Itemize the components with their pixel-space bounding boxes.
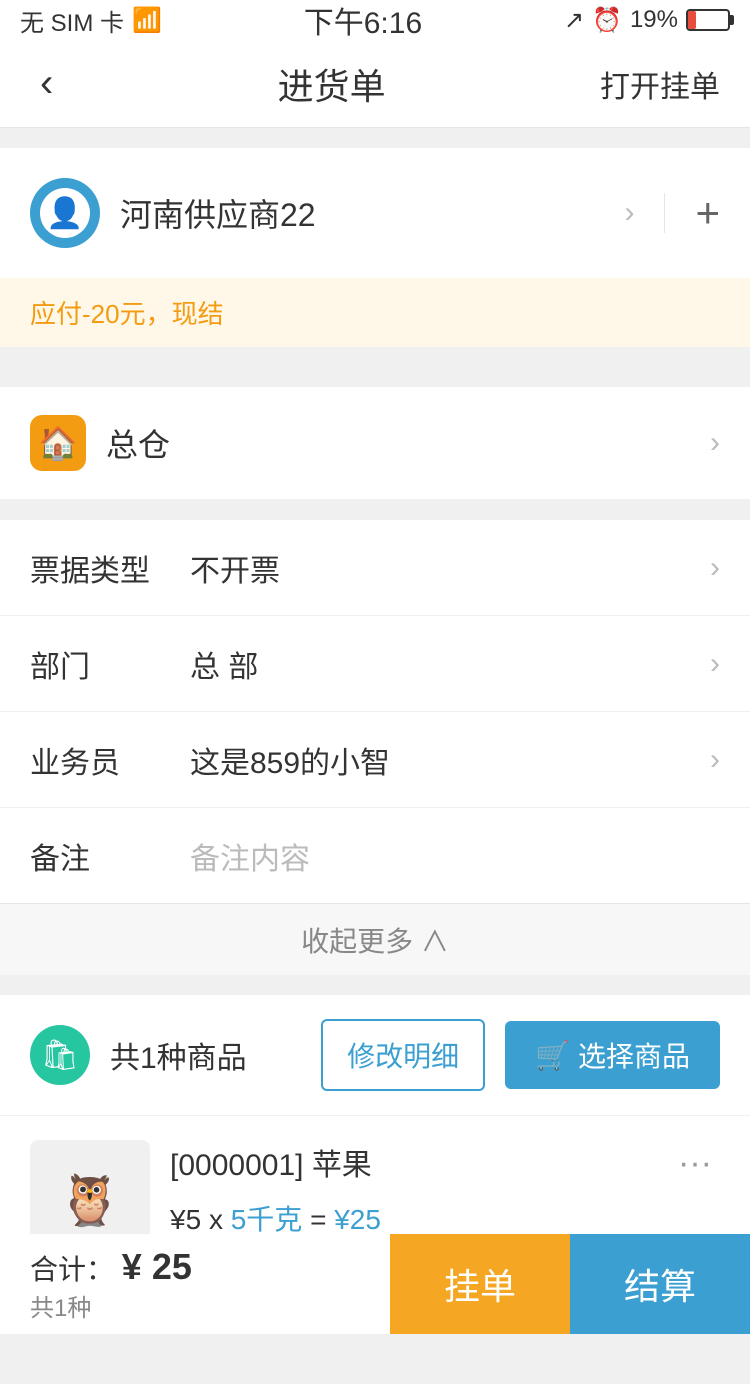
product-info: [0000001] 苹果 ¥5 x 5千克 = ¥25 xyxy=(170,1140,650,1238)
department-value: 总 部 xyxy=(170,642,710,686)
department-row[interactable]: 部门 总 部 › xyxy=(0,615,750,711)
total-amount: ¥ 25 xyxy=(122,1246,192,1287)
time-label: 下午6:16 xyxy=(304,0,422,42)
status-bar: 无 SIM 卡 📶 下午6:16 ↗ ⏰ 19% xyxy=(0,0,750,40)
supplier-actions: › + xyxy=(624,189,720,237)
invoice-type-value: 不开票 xyxy=(170,546,710,590)
status-right: ↗ ⏰ 19% xyxy=(564,6,730,35)
alarm-icon: ⏰ xyxy=(592,6,622,35)
total-row: 合计： ¥ 25 xyxy=(30,1246,360,1288)
divider-2 xyxy=(0,347,750,367)
salesperson-value: 这是859的小智 xyxy=(170,738,710,782)
add-supplier-icon[interactable]: + xyxy=(695,189,720,237)
total-count: 共1种 xyxy=(30,1288,360,1323)
product-code: [0000001] xyxy=(170,1149,303,1182)
product-unit-price: ¥5 xyxy=(170,1204,201,1235)
checkout-button[interactable]: 结算 xyxy=(570,1234,750,1334)
invoice-type-row[interactable]: 票据类型 不开票 › xyxy=(0,519,750,615)
remark-input[interactable]: 备注内容 xyxy=(170,834,720,878)
invoice-type-chevron: › xyxy=(710,551,720,585)
wifi-icon: 📶 xyxy=(132,6,162,35)
divider-3 xyxy=(0,499,750,519)
total-label: 合计： xyxy=(30,1254,114,1285)
department-chevron: › xyxy=(710,647,720,681)
supplier-avatar: 👤 xyxy=(30,178,100,248)
cart-icon: 🛍 xyxy=(41,1038,79,1073)
page-title: 进货单 xyxy=(278,58,386,110)
remark-row[interactable]: 备注 备注内容 xyxy=(0,807,750,903)
back-button[interactable]: ‹ xyxy=(30,51,63,116)
collapse-label: 收起更多 ∧ xyxy=(301,920,449,960)
product-name: [0000001] 苹果 xyxy=(170,1140,650,1184)
salesperson-row[interactable]: 业务员 这是859的小智 › xyxy=(0,711,750,807)
select-product-icon: 🛒 xyxy=(535,1039,570,1072)
battery-label: 19% xyxy=(630,6,678,34)
department-label: 部门 xyxy=(30,642,170,686)
warehouse-chevron-icon: › xyxy=(710,426,720,460)
battery-icon xyxy=(686,9,730,31)
remark-label: 备注 xyxy=(30,834,170,878)
select-product-button[interactable]: 🛒 选择商品 xyxy=(505,1021,720,1089)
supplier-section: 👤 河南供应商22 › + 应付-20元，现结 xyxy=(0,148,750,347)
product-price: ¥5 x 5千克 = ¥25 xyxy=(170,1198,650,1238)
open-pending-button[interactable]: 打开挂单 xyxy=(600,62,720,106)
salesperson-chevron: › xyxy=(710,743,720,777)
products-header: 🛍 共1种商品 修改明细 🛒 选择商品 xyxy=(0,995,750,1115)
divider-4 xyxy=(0,975,750,995)
warehouse-row[interactable]: 🏠 总仓 › xyxy=(0,387,750,499)
person-icon: 👤 xyxy=(46,196,83,231)
vertical-divider xyxy=(664,193,665,233)
home-icon: 🏠 xyxy=(38,424,78,462)
product-quantity: 5千克 xyxy=(231,1204,303,1235)
nav-bar: ‹ 进货单 打开挂单 xyxy=(0,40,750,128)
invoice-type-label: 票据类型 xyxy=(30,546,170,590)
form-section: 票据类型 不开票 › 部门 总 部 › 业务员 这是859的小智 › 备注 备注… xyxy=(0,519,750,903)
product-more-button[interactable]: ··· xyxy=(670,1140,720,1187)
pending-button[interactable]: 挂单 xyxy=(390,1234,570,1334)
salesperson-label: 业务员 xyxy=(30,738,170,782)
status-left: 无 SIM 卡 📶 xyxy=(20,3,162,38)
supplier-row[interactable]: 👤 河南供应商22 › + xyxy=(0,148,750,278)
collapse-bar[interactable]: 收起更多 ∧ xyxy=(0,903,750,975)
product-x: x xyxy=(209,1204,231,1235)
product-total: ¥25 xyxy=(334,1204,381,1235)
select-product-label: 选择商品 xyxy=(578,1035,690,1075)
product-equals: = xyxy=(310,1204,334,1235)
supplier-tip: 应付-20元，现结 xyxy=(0,278,750,347)
carrier-label: 无 SIM 卡 xyxy=(20,3,124,38)
edit-detail-button[interactable]: 修改明细 xyxy=(321,1019,485,1091)
location-icon: ↗ xyxy=(564,6,584,35)
warehouse-icon: 🏠 xyxy=(30,415,86,471)
warehouse-name: 总仓 xyxy=(106,420,710,466)
product-title: 苹果 xyxy=(312,1149,372,1182)
products-icon: 🛍 xyxy=(30,1025,90,1085)
footer-bar: 合计： ¥ 25 共1种 挂单 结算 xyxy=(0,1234,750,1334)
supplier-name: 河南供应商22 xyxy=(120,190,624,236)
divider-1 xyxy=(0,128,750,148)
chevron-right-icon: › xyxy=(624,196,634,230)
product-thumb-icon: 🦉 xyxy=(59,1171,121,1230)
products-count: 共1种商品 xyxy=(110,1033,301,1077)
total-section: 合计： ¥ 25 共1种 xyxy=(0,1234,390,1334)
